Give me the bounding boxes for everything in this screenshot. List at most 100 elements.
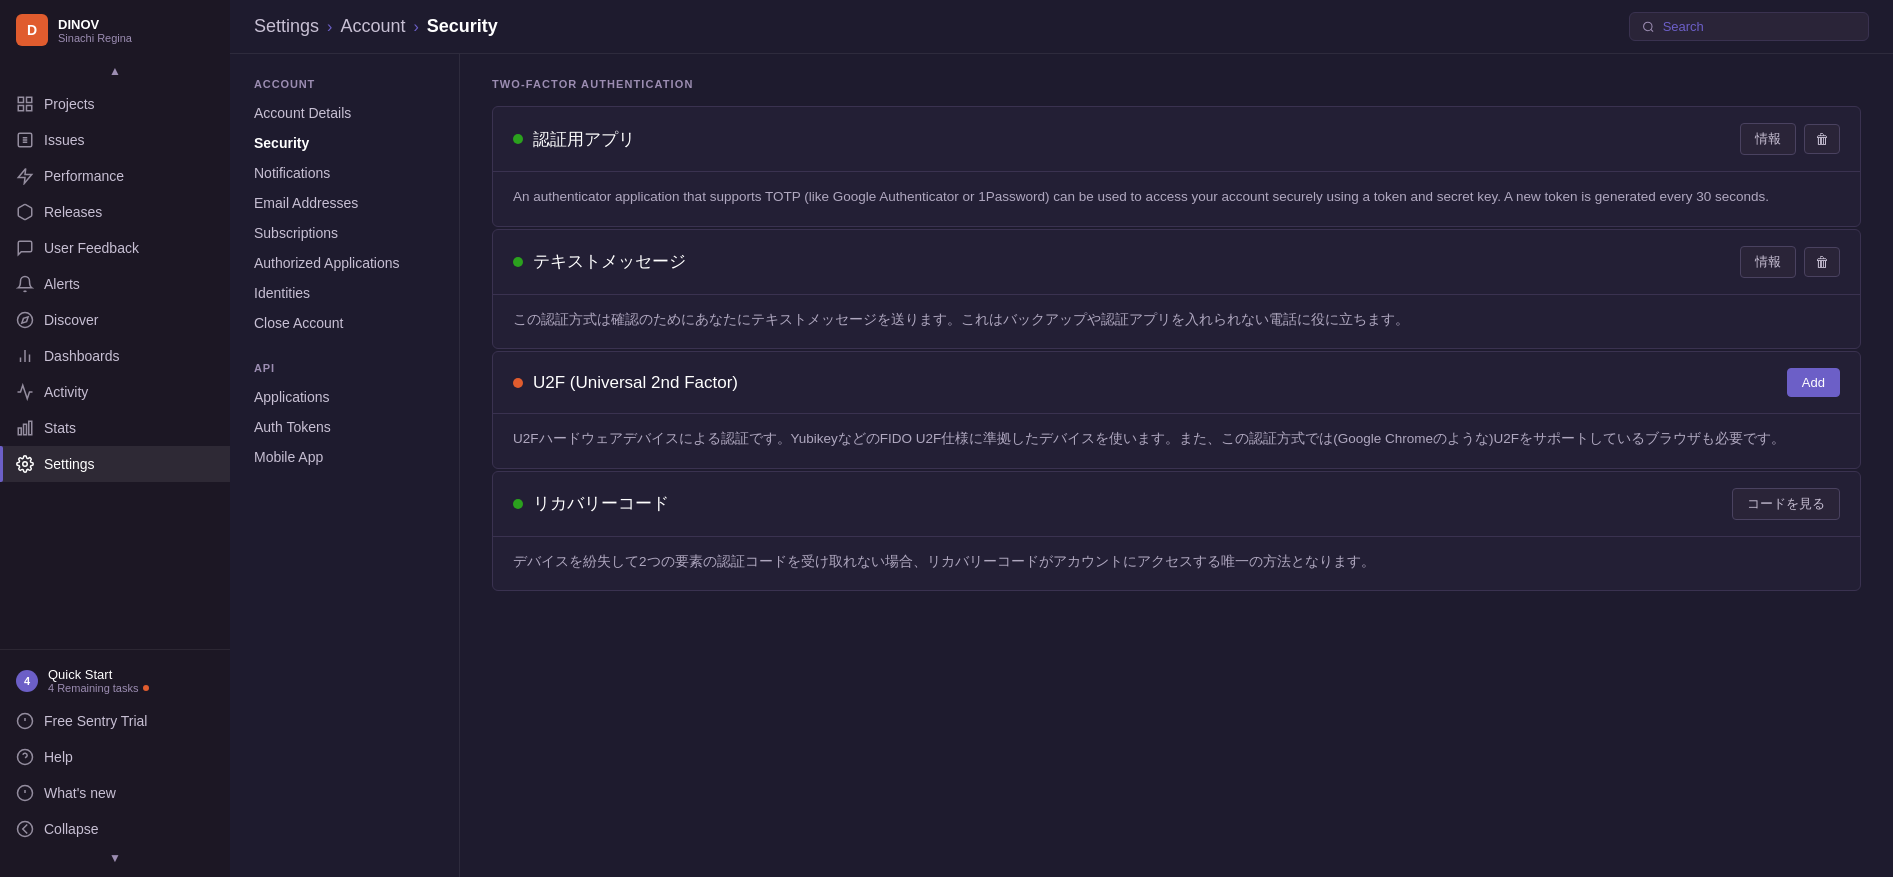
sidebar-item-help[interactable]: Help <box>0 739 230 775</box>
section-title: TWO-FACTOR AUTHENTICATION <box>492 78 1861 90</box>
sidebar: D DINOV Sinachi Regina ▲ Projects Issues… <box>0 0 230 877</box>
org-subtitle: Sinachi Regina <box>58 32 132 44</box>
sidebar-item-whats-new[interactable]: What's new <box>0 775 230 811</box>
breadcrumb: Settings › Account › Security <box>254 16 498 37</box>
nav-identities[interactable]: Identities <box>246 278 443 308</box>
sidebar-item-label: Issues <box>44 132 84 148</box>
sidebar-item-stats[interactable]: Stats <box>0 410 230 446</box>
nav-authorized-applications[interactable]: Authorized Applications <box>246 248 443 278</box>
sms-card-body: この認証方式は確認のためにあなたにテキストメッセージを送ります。これはバックアッ… <box>493 295 1860 349</box>
recovery-view-codes-button[interactable]: コードを見る <box>1732 488 1840 520</box>
org-info: DINOV Sinachi Regina <box>58 17 132 44</box>
sidebar-item-collapse[interactable]: Collapse <box>0 811 230 847</box>
quick-start-item[interactable]: 4 Quick Start 4 Remaining tasks <box>0 658 230 703</box>
u2f-card-header: U2F (Universal 2nd Factor) Add <box>493 352 1860 414</box>
totp-title: 認証用アプリ <box>533 128 635 151</box>
free-trial-label: Free Sentry Trial <box>44 713 147 729</box>
help-label: Help <box>44 749 73 765</box>
svg-rect-3 <box>27 106 32 111</box>
sms-delete-button[interactable]: 🗑 <box>1804 247 1840 277</box>
sidebar-item-user-feedback[interactable]: User Feedback <box>0 230 230 266</box>
sms-title-row: テキストメッセージ <box>513 250 686 273</box>
sidebar-item-performance[interactable]: Performance <box>0 158 230 194</box>
search-input[interactable] <box>1663 19 1856 34</box>
nav-notifications[interactable]: Notifications <box>246 158 443 188</box>
recovery-title: リカバリーコード <box>533 492 669 515</box>
account-group: ACCOUNT Account Details Security Notific… <box>246 78 443 338</box>
totp-info-button[interactable]: 情報 <box>1740 123 1796 155</box>
sms-card: テキストメッセージ 情報 🗑 この認証方式は確認のためにあなたにテキストメッセー… <box>492 229 1861 350</box>
api-section-label: API <box>246 362 443 374</box>
search-box[interactable] <box>1629 12 1869 41</box>
svg-rect-2 <box>18 106 23 111</box>
svg-line-27 <box>1651 29 1653 31</box>
nav-account-details[interactable]: Account Details <box>246 98 443 128</box>
collapse-icon <box>16 820 34 838</box>
nav-security[interactable]: Security <box>246 128 443 158</box>
stats-icon <box>16 419 34 437</box>
whats-new-icon <box>16 784 34 802</box>
sidebar-item-label: Alerts <box>44 276 80 292</box>
collapse-label: Collapse <box>44 821 98 837</box>
settings-nav: ACCOUNT Account Details Security Notific… <box>230 54 460 877</box>
bar-chart-icon <box>16 347 34 365</box>
u2f-title-row: U2F (Universal 2nd Factor) <box>513 373 738 393</box>
recovery-card: リカバリーコード コードを見る デバイスを紛失して2つの要素の認証コードを受け取… <box>492 471 1861 592</box>
nav-auth-tokens[interactable]: Auth Tokens <box>246 412 443 442</box>
sidebar-item-label: Activity <box>44 384 88 400</box>
scroll-up-button[interactable]: ▲ <box>0 60 230 82</box>
quick-start-badge: 4 <box>16 670 38 692</box>
recovery-actions: コードを見る <box>1732 488 1840 520</box>
u2f-status-dot <box>513 378 523 388</box>
sidebar-item-issues[interactable]: Issues <box>0 122 230 158</box>
main-area: Settings › Account › Security ACCOUNT Ac… <box>230 0 1893 877</box>
list-icon <box>16 131 34 149</box>
topbar: Settings › Account › Security <box>230 0 1893 54</box>
svg-marker-9 <box>22 317 28 323</box>
breadcrumb-current: Security <box>427 16 498 37</box>
nav-mobile-app[interactable]: Mobile App <box>246 442 443 472</box>
u2f-actions: Add <box>1787 368 1840 397</box>
sidebar-item-projects[interactable]: Projects <box>0 86 230 122</box>
account-section-label: ACCOUNT <box>246 78 443 90</box>
api-group: API Applications Auth Tokens Mobile App <box>246 362 443 472</box>
svg-rect-0 <box>18 97 23 102</box>
sidebar-item-label: Dashboards <box>44 348 120 364</box>
org-name: DINOV <box>58 17 132 32</box>
scroll-down-button[interactable]: ▼ <box>0 847 230 869</box>
u2f-add-button[interactable]: Add <box>1787 368 1840 397</box>
activity-icon <box>16 383 34 401</box>
nav-email-addresses[interactable]: Email Addresses <box>246 188 443 218</box>
recovery-card-header: リカバリーコード コードを見る <box>493 472 1860 537</box>
main-nav: Projects Issues Performance Releases Use… <box>0 82 230 649</box>
sidebar-item-discover[interactable]: Discover <box>0 302 230 338</box>
sidebar-item-releases[interactable]: Releases <box>0 194 230 230</box>
sidebar-item-activity[interactable]: Activity <box>0 374 230 410</box>
sidebar-item-settings[interactable]: Settings <box>0 446 230 482</box>
help-icon <box>16 748 34 766</box>
sidebar-item-label: Stats <box>44 420 76 436</box>
sidebar-item-label: Settings <box>44 456 95 472</box>
sidebar-item-label: Discover <box>44 312 98 328</box>
sidebar-item-label: Releases <box>44 204 102 220</box>
message-icon <box>16 239 34 257</box>
sms-info-button[interactable]: 情報 <box>1740 246 1796 278</box>
sidebar-item-free-trial[interactable]: Free Sentry Trial <box>0 703 230 739</box>
u2f-title: U2F (Universal 2nd Factor) <box>533 373 738 393</box>
quick-start-title: Quick Start <box>48 667 149 682</box>
sms-status-dot <box>513 257 523 267</box>
totp-delete-button[interactable]: 🗑 <box>1804 124 1840 154</box>
recovery-status-dot <box>513 499 523 509</box>
nav-subscriptions[interactable]: Subscriptions <box>246 218 443 248</box>
nav-applications[interactable]: Applications <box>246 382 443 412</box>
nav-close-account[interactable]: Close Account <box>246 308 443 338</box>
sidebar-item-alerts[interactable]: Alerts <box>0 266 230 302</box>
lightning-icon <box>16 167 34 185</box>
sidebar-item-dashboards[interactable]: Dashboards <box>0 338 230 374</box>
sms-card-header: テキストメッセージ 情報 🗑 <box>493 230 1860 295</box>
breadcrumb-account[interactable]: Account <box>340 16 405 37</box>
gear-icon <box>16 455 34 473</box>
breadcrumb-settings[interactable]: Settings <box>254 16 319 37</box>
recovery-card-body: デバイスを紛失して2つの要素の認証コードを受け取れない場合、リカバリーコードがア… <box>493 537 1860 591</box>
trial-icon <box>16 712 34 730</box>
